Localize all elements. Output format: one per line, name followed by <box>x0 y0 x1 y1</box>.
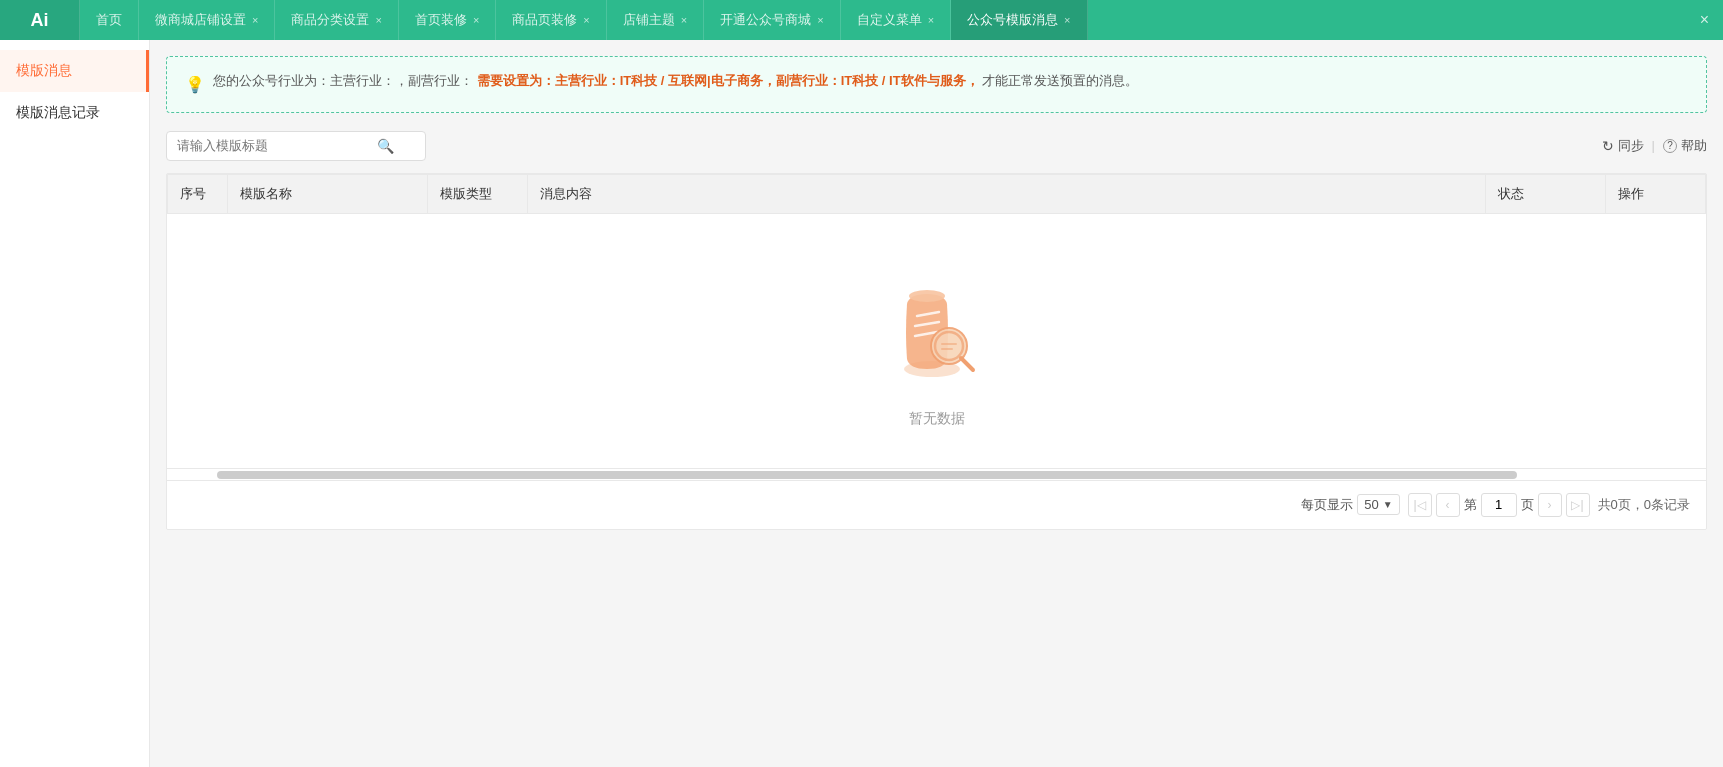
search-input[interactable] <box>177 138 377 153</box>
tab-open-mp-shop[interactable]: 开通公众号商城 × <box>704 0 840 40</box>
close-tab-home-decor[interactable]: × <box>473 14 479 26</box>
close-tab-custom-menu[interactable]: × <box>928 14 934 26</box>
empty-icon <box>877 274 997 394</box>
close-tab-product-decor[interactable]: × <box>583 14 589 26</box>
last-page-button[interactable]: ▷| <box>1566 493 1590 517</box>
col-status: 状态 <box>1486 174 1606 213</box>
main-layout: 模版消息 模版消息记录 💡 您的公众号行业为：主营行业：，副营行业： 需要设置为… <box>0 40 1723 767</box>
notice-banner: 💡 您的公众号行业为：主营行业：，副营行业： 需要设置为：主营行业：IT科技 /… <box>166 56 1707 113</box>
first-page-button[interactable]: |◁ <box>1408 493 1432 517</box>
app-logo: Ai <box>0 0 80 40</box>
table-header-row: 序号 模版名称 模版类型 消息内容 状态 操作 <box>168 174 1706 213</box>
first-page-icon: |◁ <box>1413 498 1425 512</box>
horizontal-scrollbar[interactable] <box>167 468 1706 480</box>
sidebar-item-template-msg[interactable]: 模版消息 <box>0 50 149 92</box>
notice-text: 您的公众号行业为：主营行业：，副营行业： 需要设置为：主营行业：IT科技 / 互… <box>213 71 1138 92</box>
tab-home[interactable]: 首页 <box>80 0 139 40</box>
tab-weshop-settings[interactable]: 微商城店铺设置 × <box>139 0 275 40</box>
empty-text: 暂无数据 <box>168 410 1706 428</box>
page-label-prefix: 第 <box>1464 496 1477 514</box>
help-button[interactable]: ? 帮助 <box>1663 137 1707 155</box>
tab-category-settings[interactable]: 商品分类设置 × <box>275 0 398 40</box>
tab-shop-theme[interactable]: 店铺主题 × <box>607 0 704 40</box>
col-index: 序号 <box>168 174 228 213</box>
col-type: 模版类型 <box>428 174 528 213</box>
close-tab-shop-theme[interactable]: × <box>681 14 687 26</box>
tab-product-decor[interactable]: 商品页装修 × <box>496 0 606 40</box>
page-label-suffix: 页 <box>1521 496 1534 514</box>
last-page-icon: ▷| <box>1571 498 1583 512</box>
search-input-wrap: 🔍 <box>166 131 426 161</box>
svg-point-4 <box>909 290 945 302</box>
prev-page-button[interactable]: ‹ <box>1436 493 1460 517</box>
page-size-dropdown[interactable]: 50 ▼ <box>1357 494 1399 515</box>
page-nav: |◁ ‹ 第 页 › ▷| <box>1408 493 1590 517</box>
page-size-value: 50 <box>1364 497 1378 512</box>
col-action: 操作 <box>1606 174 1706 213</box>
chevron-down-icon: ▼ <box>1383 499 1393 510</box>
empty-state-row: 暂无数据 <box>168 213 1706 468</box>
search-icon[interactable]: 🔍 <box>377 138 394 154</box>
col-name: 模版名称 <box>228 174 428 213</box>
pagination: 每页显示 50 ▼ |◁ ‹ 第 页 <box>167 480 1706 529</box>
next-page-button[interactable]: › <box>1538 493 1562 517</box>
page-size-select: 每页显示 50 ▼ <box>1301 494 1399 515</box>
search-bar: 🔍 ↻ 同步 | ? 帮助 <box>166 131 1707 161</box>
scrollbar-thumb[interactable] <box>217 471 1517 479</box>
notice-highlight: 需要设置为：主营行业：IT科技 / 互联网|电子商务，副营行业：IT科技 / I… <box>477 73 979 88</box>
page-total: 共0页，0条记录 <box>1598 496 1690 514</box>
data-table-wrapper: 序号 模版名称 模版类型 消息内容 状态 操作 <box>166 173 1707 530</box>
search-actions: ↻ 同步 | ? 帮助 <box>1602 137 1707 155</box>
page-number-input[interactable] <box>1481 493 1517 517</box>
tab-custom-menu[interactable]: 自定义菜单 × <box>841 0 951 40</box>
content-area: 💡 您的公众号行业为：主营行业：，副营行业： 需要设置为：主营行业：IT科技 /… <box>150 40 1723 767</box>
svg-line-7 <box>961 358 973 370</box>
prev-page-icon: ‹ <box>1446 498 1450 512</box>
sync-button[interactable]: ↻ 同步 <box>1602 137 1644 155</box>
sidebar: 模版消息 模版消息记录 <box>0 40 150 767</box>
close-tab-weshop-settings[interactable]: × <box>252 14 258 26</box>
close-all-tabs[interactable]: × <box>1686 11 1723 29</box>
data-table: 序号 模版名称 模版类型 消息内容 状态 操作 <box>167 174 1706 468</box>
divider: | <box>1652 138 1655 153</box>
tab-home-decor[interactable]: 首页装修 × <box>399 0 496 40</box>
notice-icon: 💡 <box>185 72 205 98</box>
next-page-icon: › <box>1548 498 1552 512</box>
tab-mp-template-msg[interactable]: 公众号模版消息 × <box>951 0 1087 40</box>
close-tab-open-mp-shop[interactable]: × <box>817 14 823 26</box>
page-size-label: 每页显示 <box>1301 496 1353 514</box>
tab-bar: Ai 首页 微商城店铺设置 × 商品分类设置 × 首页装修 × 商品页装修 × … <box>0 0 1723 40</box>
help-icon: ? <box>1663 139 1677 153</box>
sync-icon: ↻ <box>1602 138 1614 154</box>
sidebar-item-template-msg-log[interactable]: 模版消息记录 <box>0 92 149 134</box>
empty-state: 暂无数据 <box>168 214 1706 468</box>
close-tab-mp-template-msg[interactable]: × <box>1064 14 1070 26</box>
close-tab-category-settings[interactable]: × <box>375 14 381 26</box>
col-content: 消息内容 <box>528 174 1486 213</box>
